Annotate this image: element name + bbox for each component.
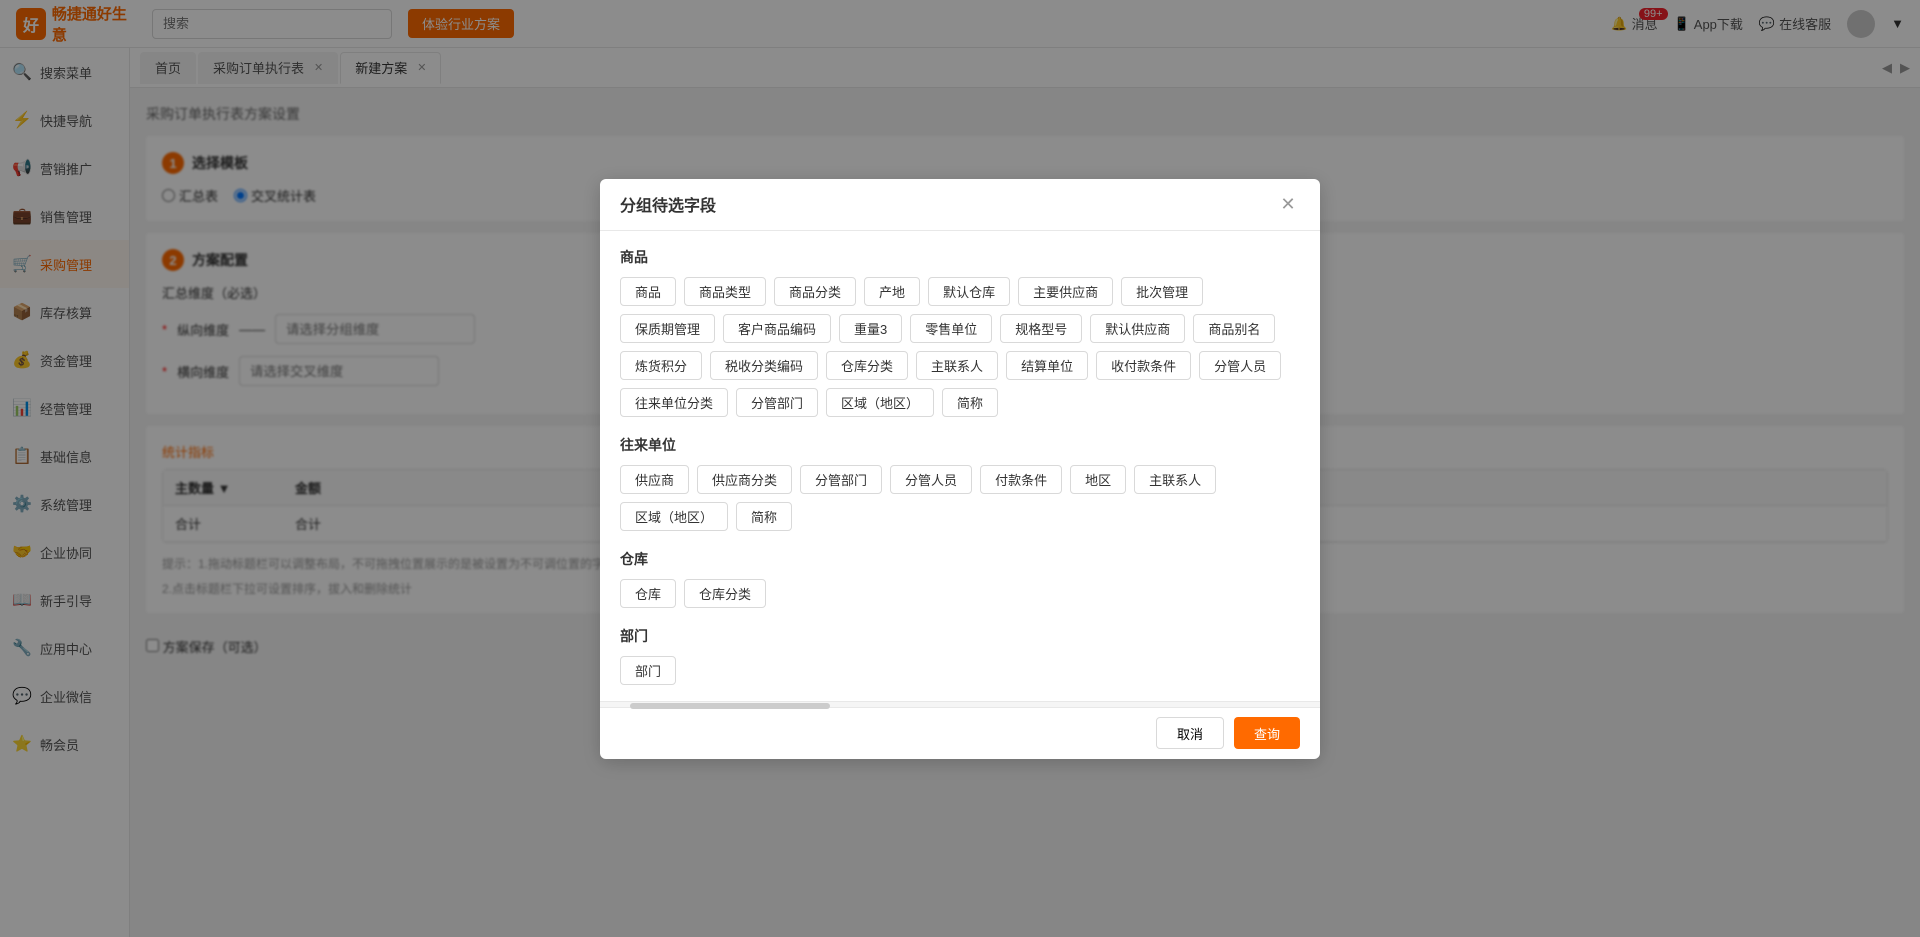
field-tag-products-16[interactable]: 仓库分类 <box>826 351 908 380</box>
field-tag-products-24[interactable]: 简称 <box>942 388 998 417</box>
field-tag-products-19[interactable]: 收付款条件 <box>1096 351 1191 380</box>
field-tag-products-11[interactable]: 规格型号 <box>1000 314 1082 343</box>
field-section-title-department: 部门 <box>620 626 1300 646</box>
field-tag-products-21[interactable]: 往来单位分类 <box>620 388 728 417</box>
field-tag-products-20[interactable]: 分管人员 <box>1199 351 1281 380</box>
modal-cancel-btn[interactable]: 取消 <box>1156 717 1224 749</box>
field-tag-products-1[interactable]: 商品类型 <box>684 277 766 306</box>
field-tag-partners-3[interactable]: 分管人员 <box>890 465 972 494</box>
modal-footer: 取消 查询 <box>600 707 1320 759</box>
field-tag-products-4[interactable]: 默认仓库 <box>928 277 1010 306</box>
field-section-title-warehouse: 仓库 <box>620 549 1300 569</box>
field-section-partners: 往来单位供应商供应商分类分管部门分管人员付款条件地区主联系人区域（地区） 简称 <box>620 435 1300 531</box>
modal-header: 分组待选字段 ✕ <box>600 179 1320 231</box>
field-select-modal: 分组待选字段 ✕ 商品商品商品类型商品分类产地默认仓库主要供应商批次管理保质期管… <box>600 179 1320 759</box>
field-tag-products-3[interactable]: 产地 <box>864 277 920 306</box>
field-section-department: 部门部门 <box>620 626 1300 685</box>
field-tag-products-23[interactable]: 区域（地区） <box>826 388 934 417</box>
modal-confirm-btn[interactable]: 查询 <box>1234 717 1300 749</box>
field-section-warehouse: 仓库仓库仓库分类 <box>620 549 1300 608</box>
field-tag-partners-0[interactable]: 供应商 <box>620 465 689 494</box>
field-tag-products-0[interactable]: 商品 <box>620 277 676 306</box>
field-tags-department: 部门 <box>620 656 1300 685</box>
hscroll-thumb <box>630 703 830 709</box>
field-tags-warehouse: 仓库仓库分类 <box>620 579 1300 608</box>
field-tag-products-10[interactable]: 零售单位 <box>910 314 992 343</box>
modal-body: 商品商品商品类型商品分类产地默认仓库主要供应商批次管理保质期管理客户商品编码重量… <box>600 231 1320 701</box>
field-tag-products-22[interactable]: 分管部门 <box>736 388 818 417</box>
field-section-title-partners: 往来单位 <box>620 435 1300 455</box>
field-tags-partners: 供应商供应商分类分管部门分管人员付款条件地区主联系人区域（地区） 简称 <box>620 465 1300 531</box>
field-tag-partners-7[interactable]: 区域（地区） <box>620 502 728 531</box>
field-tag-products-7[interactable]: 保质期管理 <box>620 314 715 343</box>
field-tag-partners-2[interactable]: 分管部门 <box>800 465 882 494</box>
field-tag-partners-5[interactable]: 地区 <box>1070 465 1126 494</box>
field-tag-partners-6[interactable]: 主联系人 <box>1134 465 1216 494</box>
field-tag-department-0[interactable]: 部门 <box>620 656 676 685</box>
field-tag-products-5[interactable]: 主要供应商 <box>1018 277 1113 306</box>
field-tag-partners-1[interactable]: 供应商分类 <box>697 465 792 494</box>
field-tags-products: 商品商品类型商品分类产地默认仓库主要供应商批次管理保质期管理客户商品编码重量3 零… <box>620 277 1300 417</box>
field-tag-warehouse-1[interactable]: 仓库分类 <box>684 579 766 608</box>
field-tag-products-17[interactable]: 主联系人 <box>916 351 998 380</box>
field-tag-products-13[interactable]: 商品别名 <box>1193 314 1275 343</box>
modal-close-btn[interactable]: ✕ <box>1276 192 1300 216</box>
field-tag-products-12[interactable]: 默认供应商 <box>1090 314 1185 343</box>
field-tag-partners-4[interactable]: 付款条件 <box>980 465 1062 494</box>
modal-hscroll <box>600 701 1320 707</box>
field-tag-products-6[interactable]: 批次管理 <box>1121 277 1203 306</box>
field-section-title-products: 商品 <box>620 247 1300 267</box>
field-section-products: 商品商品商品类型商品分类产地默认仓库主要供应商批次管理保质期管理客户商品编码重量… <box>620 247 1300 417</box>
field-tag-products-2[interactable]: 商品分类 <box>774 277 856 306</box>
field-tag-warehouse-0[interactable]: 仓库 <box>620 579 676 608</box>
field-tag-products-14[interactable]: 炼货积分 <box>620 351 702 380</box>
field-tag-products-15[interactable]: 税收分类编码 <box>710 351 818 380</box>
modal-title: 分组待选字段 <box>620 192 716 216</box>
field-tag-products-8[interactable]: 客户商品编码 <box>723 314 831 343</box>
field-tag-products-18[interactable]: 结算单位 <box>1006 351 1088 380</box>
field-tag-partners-8[interactable]: 简称 <box>736 502 792 531</box>
field-tag-products-9[interactable]: 重量3 <box>839 314 902 343</box>
